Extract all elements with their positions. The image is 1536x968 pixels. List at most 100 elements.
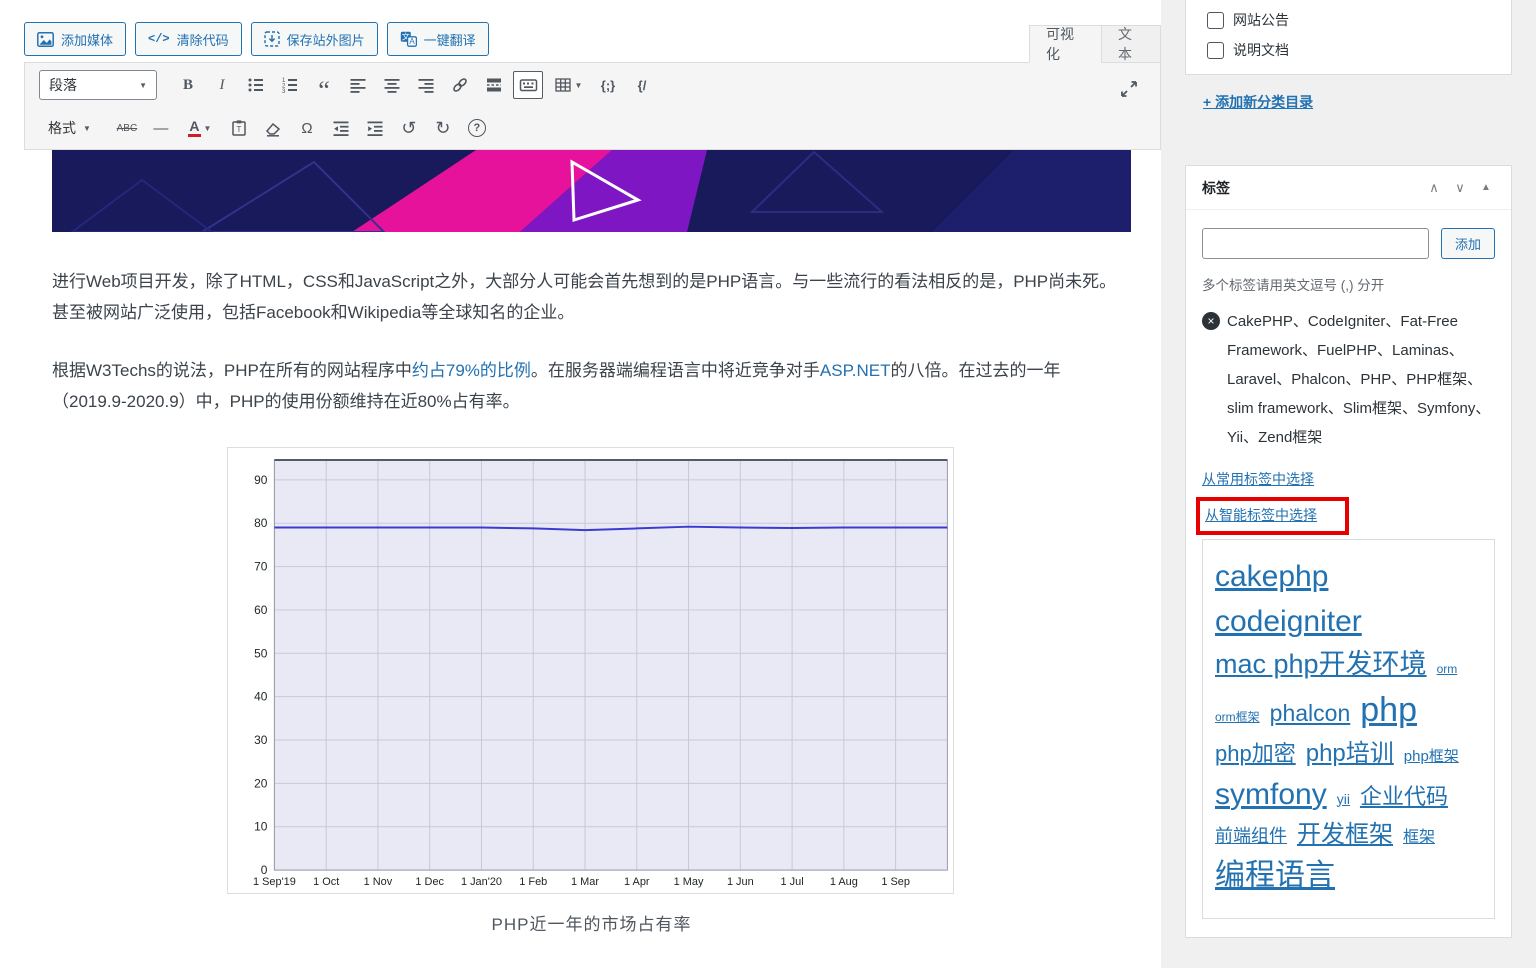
tag-cloud-item[interactable]: cakephp [1215, 554, 1328, 599]
chevron-down-icon: ▼ [83, 124, 91, 133]
svg-text:1 Oct: 1 Oct [313, 876, 339, 888]
editor-toolbar: 段落 ▼ B I 123 “ ▼ {;} {/ 格式 ▼ ABC — [24, 62, 1161, 150]
strikethrough-icon[interactable]: ABC [112, 114, 142, 142]
current-tags-text: CakePHP、CodeIgniter、Fat-Free Framework、F… [1227, 307, 1495, 452]
italic-button[interactable]: I [207, 71, 237, 99]
text-color-icon[interactable]: A▼ [180, 114, 220, 142]
category-label: 说明文档 [1233, 40, 1289, 60]
chart-caption: PHP近一年的市场占有率 [52, 910, 1131, 935]
tags-panel: 标签 ∧ ∨ ▲ 添加 多个标签请用英文逗号 (,) 分开 × CakePHP、… [1185, 165, 1512, 938]
svg-text:1 Jan'20: 1 Jan'20 [461, 876, 502, 888]
tag-cloud-item[interactable]: phalcon [1270, 696, 1351, 731]
tag-cloud-item[interactable]: 前端组件 [1215, 823, 1287, 850]
redo-icon[interactable]: ↻ [428, 114, 458, 142]
tag-cloud-item[interactable]: symfony [1215, 772, 1327, 817]
tag-hint: 多个标签请用英文逗号 (,) 分开 [1202, 274, 1495, 294]
checkbox-docs[interactable] [1207, 42, 1224, 59]
move-down-icon[interactable]: ∨ [1447, 175, 1473, 201]
outdent-icon[interactable] [326, 114, 356, 142]
main-editor-column: 添加媒体 </> 清除代码 保存站外图片 文A 一键翻译 可视化 文本 段落 ▼… [0, 0, 1161, 968]
svg-text:1 Sep'19: 1 Sep'19 [253, 876, 296, 888]
save-offsite-images-button[interactable]: 保存站外图片 [251, 22, 378, 56]
tag-cloud-item[interactable]: yii [1337, 789, 1350, 810]
tag-cloud-item[interactable]: php加密 [1215, 737, 1296, 770]
chevron-down-icon: ▼ [139, 81, 147, 90]
help-icon[interactable]: ? [462, 114, 492, 142]
save-offsite-images-label: 保存站外图片 [287, 30, 365, 49]
special-character-icon[interactable]: Ω [292, 114, 322, 142]
fullscreen-icon[interactable] [1114, 75, 1144, 103]
align-right-icon[interactable] [411, 71, 441, 99]
add-media-button[interactable]: 添加媒体 [24, 22, 126, 56]
tag-cloud-item[interactable]: 企业代码 [1360, 780, 1448, 813]
toolbar-row-2: 格式 ▼ ABC — A▼ T Ω ↺ ↻ ? [25, 107, 1160, 149]
add-category-link[interactable]: + 添加新分类目录 [1203, 92, 1313, 112]
indent-icon[interactable] [360, 114, 390, 142]
tag-cloud-item[interactable]: 编程语言 [1215, 853, 1335, 898]
tag-cloud-item[interactable]: orm框架 [1215, 708, 1260, 726]
table-icon[interactable]: ▼ [547, 71, 589, 99]
one-click-translate-button[interactable]: 文A 一键翻译 [387, 22, 489, 56]
tag-cloud-item[interactable]: 开发框架 [1297, 817, 1393, 853]
svg-text:1 May: 1 May [674, 876, 704, 888]
paragraph-1: 进行Web项目开发，除了HTML，CSS和JavaScript之外，大部分人可能… [52, 266, 1131, 328]
align-left-icon[interactable] [343, 71, 373, 99]
paste-as-text-icon[interactable]: T [224, 114, 254, 142]
post-banner-image [52, 150, 1131, 232]
clear-code-button[interactable]: </> 清除代码 [135, 22, 242, 56]
svg-text:90: 90 [254, 473, 268, 487]
svg-text:3: 3 [282, 89, 286, 94]
svg-text:70: 70 [254, 560, 268, 574]
choose-common-tags-link[interactable]: 从常用标签中选择 [1202, 469, 1314, 489]
undo-icon[interactable]: ↺ [394, 114, 424, 142]
paragraph-style-dropdown[interactable]: 段落 ▼ [39, 70, 157, 100]
remove-tag-icon[interactable]: × [1202, 312, 1220, 330]
media-icon [37, 32, 54, 47]
choose-smart-tags-link[interactable]: 从智能标签中选择 [1205, 507, 1317, 523]
aspnet-link[interactable]: ASP.NET [820, 361, 891, 380]
clear-formatting-icon[interactable] [258, 114, 288, 142]
svg-text:60: 60 [254, 603, 268, 617]
horizontal-rule-icon[interactable]: — [146, 114, 176, 142]
inline-code-icon[interactable]: {/ [627, 71, 657, 99]
market-share-link[interactable]: 约占79%的比例 [412, 361, 531, 380]
svg-text:40: 40 [254, 690, 268, 704]
tag-cloud-item[interactable]: orm [1437, 660, 1458, 678]
tag-input-row: 添加 [1202, 228, 1495, 259]
tag-cloud-item[interactable]: php [1360, 685, 1417, 736]
tag-cloud-item[interactable]: codeigniter [1215, 599, 1362, 644]
code-block-icon[interactable]: {;} [593, 71, 623, 99]
insert-more-icon[interactable] [479, 71, 509, 99]
download-image-icon [264, 31, 280, 47]
bulleted-list-icon[interactable] [241, 71, 271, 99]
translate-icon: 文A [400, 31, 417, 47]
tag-cloud-item[interactable]: php培训 [1306, 736, 1394, 772]
keyboard-icon[interactable] [513, 71, 543, 99]
tag-cloud-item[interactable]: 框架 [1403, 826, 1435, 850]
chevron-down-icon: ▼ [204, 124, 212, 133]
align-center-icon[interactable] [377, 71, 407, 99]
tab-visual[interactable]: 可视化 [1029, 25, 1102, 63]
tags-panel-header[interactable]: 标签 ∧ ∨ ▲ [1186, 166, 1511, 210]
editor-content[interactable]: 进行Web项目开发，除了HTML，CSS和JavaScript之外，大部分人可能… [24, 150, 1159, 968]
tab-text[interactable]: 文本 [1101, 25, 1161, 63]
move-up-icon[interactable]: ∧ [1421, 175, 1447, 201]
add-tag-button[interactable]: 添加 [1441, 228, 1495, 259]
svg-text:T: T [236, 125, 241, 134]
bold-button[interactable]: B [173, 71, 203, 99]
one-click-translate-label: 一键翻译 [424, 30, 476, 49]
svg-text:50: 50 [254, 646, 268, 660]
tag-cloud-item[interactable]: php框架 [1404, 746, 1459, 769]
toolbar-row-1: 段落 ▼ B I 123 “ ▼ {;} {/ [25, 63, 1160, 107]
tag-input[interactable] [1202, 228, 1429, 259]
format-dropdown[interactable]: 格式 ▼ [39, 114, 100, 142]
collapse-panel-icon[interactable]: ▲ [1473, 175, 1499, 201]
category-panel: 网站公告 说明文档 [1185, 0, 1512, 75]
svg-text:10: 10 [254, 820, 268, 834]
link-icon[interactable] [445, 71, 475, 99]
blockquote-button[interactable]: “ [309, 71, 339, 99]
numbered-list-icon[interactable]: 123 [275, 71, 305, 99]
tag-cloud-item[interactable]: mac php开发环境 [1215, 644, 1427, 685]
tags-panel-title: 标签 [1202, 178, 1421, 198]
checkbox-site-notice[interactable] [1207, 12, 1224, 29]
